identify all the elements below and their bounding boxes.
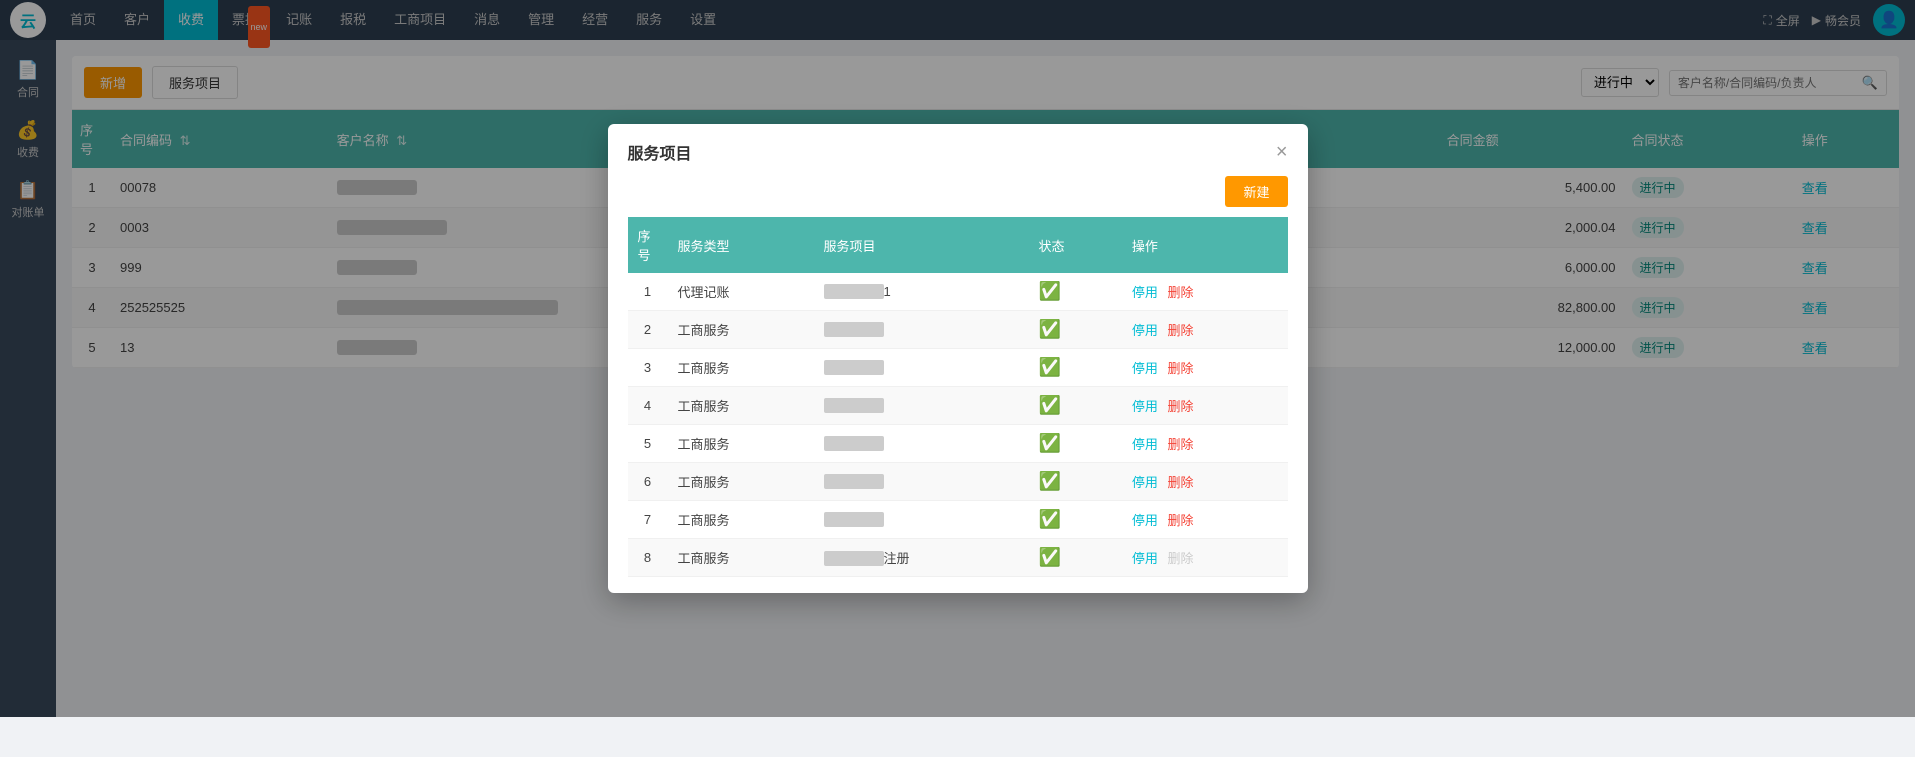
service-table: 序号 服务类型 服务项目 状态 操作 1 代理记账 ████1 ✅ 停用 xyxy=(628,217,1288,577)
status-check-icon: ✅ xyxy=(1039,319,1061,339)
modal-th-status: 状态 xyxy=(1029,217,1122,273)
delete-button[interactable]: 删除 xyxy=(1168,399,1194,414)
status-check-icon: ✅ xyxy=(1039,433,1061,453)
stop-button[interactable]: 停用 xyxy=(1132,475,1158,490)
modal-title: 服务项目 xyxy=(628,140,692,164)
modal-overlay[interactable]: 服务项目 × 新建 序号 服务类型 服务项目 状态 操作 xyxy=(0,0,1915,717)
status-check-icon: ✅ xyxy=(1039,547,1061,567)
modal-row: 1 代理记账 ████1 ✅ 停用 删除 xyxy=(628,273,1288,311)
stop-button[interactable]: 停用 xyxy=(1132,513,1158,528)
modal-th-type: 服务类型 xyxy=(668,217,814,273)
modal-row: 2 工商服务 ████ ✅ 停用 删除 xyxy=(628,311,1288,349)
modal-row: 8 工商服务 ████注册 ✅ 停用 删除 xyxy=(628,539,1288,577)
status-check-icon: ✅ xyxy=(1039,357,1061,377)
modal-th-action: 操作 xyxy=(1122,217,1288,273)
modal-row: 6 工商服务 ██████ ✅ 停用 删除 xyxy=(628,463,1288,501)
stop-button[interactable]: 停用 xyxy=(1132,399,1158,414)
delete-button[interactable]: 删除 xyxy=(1168,513,1194,528)
stop-button[interactable]: 停用 xyxy=(1132,551,1158,566)
stop-button[interactable]: 停用 xyxy=(1132,361,1158,376)
modal-row: 3 工商服务 ████ ✅ 停用 删除 xyxy=(628,349,1288,387)
delete-button[interactable]: 删除 xyxy=(1168,475,1194,490)
modal-actions: 新建 xyxy=(608,172,1308,217)
modal-th-item: 服务项目 xyxy=(814,217,1029,273)
delete-button[interactable]: 删除 xyxy=(1168,361,1194,376)
modal-th-seq: 序号 xyxy=(628,217,668,273)
status-check-icon: ✅ xyxy=(1039,471,1061,491)
modal-header: 服务项目 × xyxy=(608,124,1308,172)
service-modal: 服务项目 × 新建 序号 服务类型 服务项目 状态 操作 xyxy=(608,124,1308,593)
stop-button[interactable]: 停用 xyxy=(1132,437,1158,452)
stop-button[interactable]: 停用 xyxy=(1132,323,1158,338)
modal-new-button[interactable]: 新建 xyxy=(1225,176,1287,207)
status-check-icon: ✅ xyxy=(1039,281,1061,301)
status-check-icon: ✅ xyxy=(1039,509,1061,529)
modal-body: 序号 服务类型 服务项目 状态 操作 1 代理记账 ████1 ✅ 停用 xyxy=(608,217,1308,593)
delete-button-disabled: 删除 xyxy=(1168,551,1194,566)
modal-row: 7 工商服务 ████ ✅ 停用 删除 xyxy=(628,501,1288,539)
delete-button[interactable]: 删除 xyxy=(1168,437,1194,452)
delete-button[interactable]: 删除 xyxy=(1168,285,1194,300)
modal-close-button[interactable]: × xyxy=(1276,142,1288,162)
status-check-icon: ✅ xyxy=(1039,395,1061,415)
delete-button[interactable]: 删除 xyxy=(1168,323,1194,338)
modal-row: 4 工商服务 ███ ✅ 停用 删除 xyxy=(628,387,1288,425)
modal-row: 5 工商服务 ████ ✅ 停用 删除 xyxy=(628,425,1288,463)
stop-button[interactable]: 停用 xyxy=(1132,285,1158,300)
